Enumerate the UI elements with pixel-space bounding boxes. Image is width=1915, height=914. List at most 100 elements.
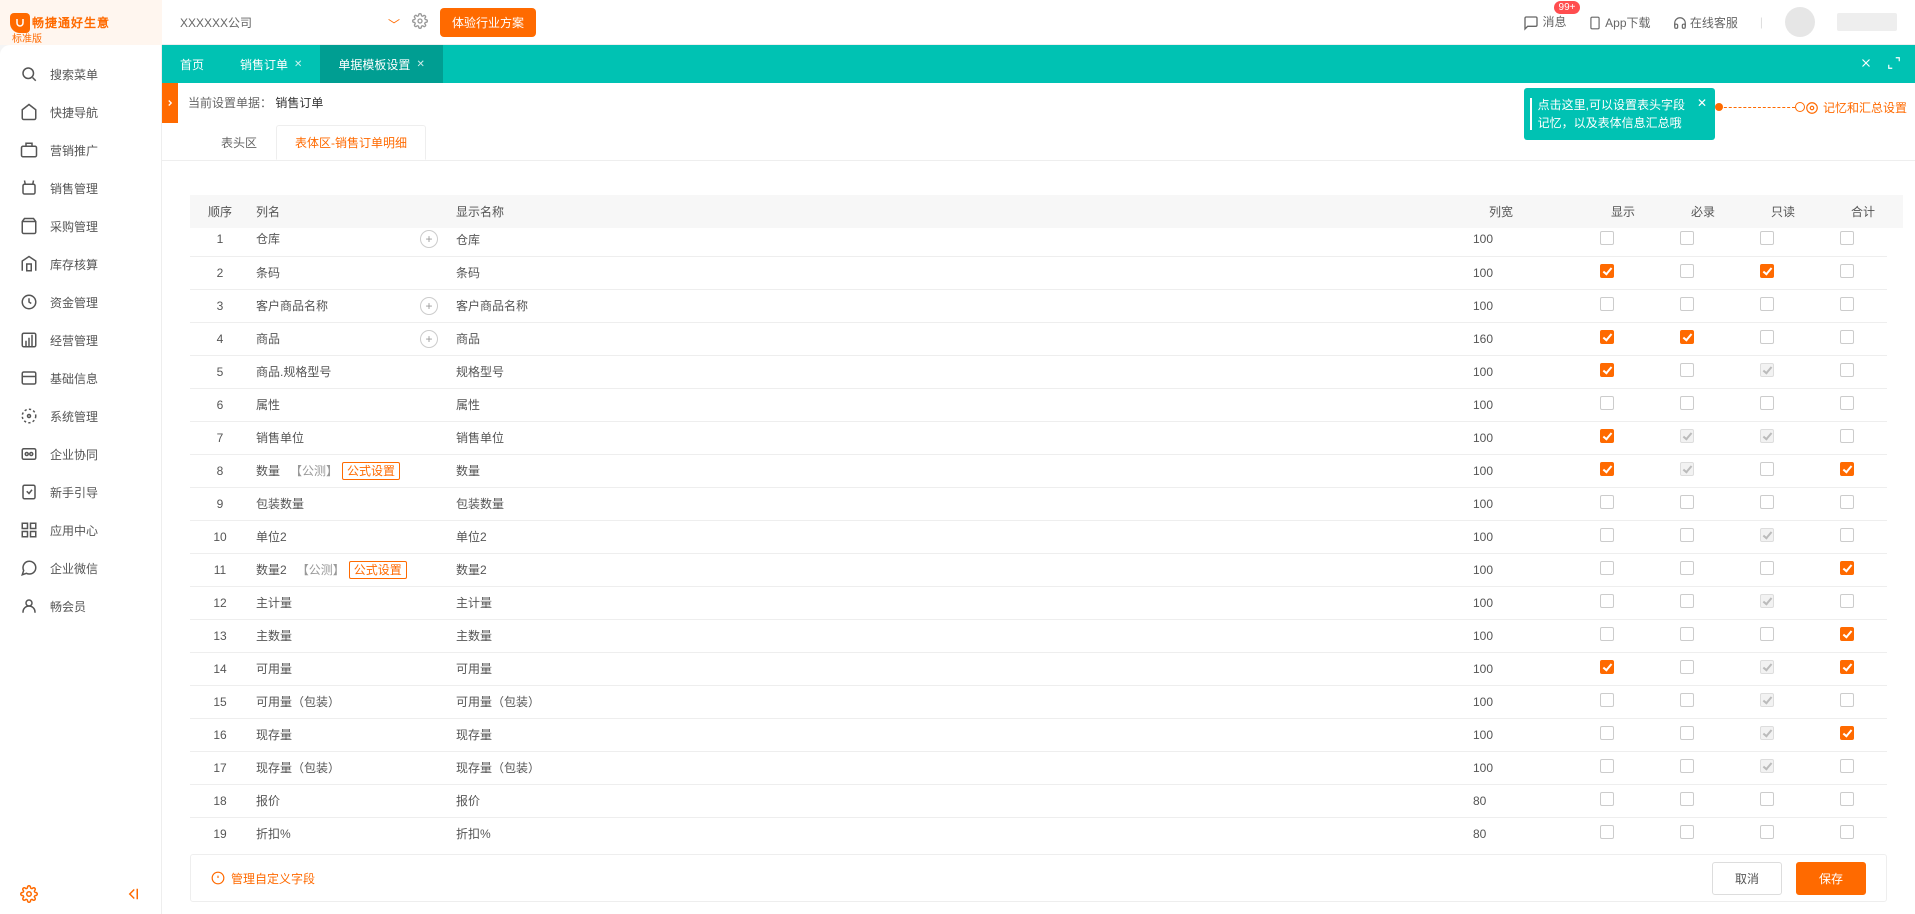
manage-custom-fields-link[interactable]: 管理自定义字段 — [211, 870, 315, 887]
checkbox[interactable] — [1680, 264, 1694, 278]
cell-width[interactable]: 100 — [1467, 289, 1567, 322]
cell-disp[interactable]: 规格型号 — [450, 355, 1467, 388]
app-download-link[interactable]: App下载 — [1588, 14, 1650, 31]
cell-disp[interactable]: 主数量 — [450, 619, 1467, 652]
checkbox[interactable] — [1600, 594, 1614, 608]
checkbox[interactable] — [1760, 825, 1774, 839]
cell-disp[interactable]: 数量2 — [450, 553, 1467, 586]
cell-width[interactable]: 100 — [1467, 454, 1567, 487]
checkbox[interactable] — [1600, 627, 1614, 641]
checkbox[interactable] — [1600, 561, 1614, 575]
checkbox[interactable] — [1840, 759, 1854, 773]
checkbox[interactable] — [1600, 660, 1614, 674]
checkbox[interactable] — [1840, 693, 1854, 707]
cell-width[interactable]: 80 — [1467, 784, 1567, 817]
checkbox[interactable] — [1600, 462, 1614, 476]
checkbox[interactable] — [1840, 297, 1854, 311]
add-icon[interactable]: + — [420, 330, 438, 348]
checkbox[interactable] — [1680, 660, 1694, 674]
cell-disp[interactable]: 可用量 — [450, 652, 1467, 685]
checkbox[interactable] — [1680, 726, 1694, 740]
sidebar-item-2[interactable]: 营销推广 — [0, 131, 161, 169]
checkbox[interactable] — [1680, 561, 1694, 575]
sidebar-item-0[interactable]: 搜索菜单 — [0, 55, 161, 93]
checkbox[interactable] — [1600, 792, 1614, 806]
sidebar-item-4[interactable]: 采购管理 — [0, 207, 161, 245]
cell-disp[interactable]: 数量 — [450, 454, 1467, 487]
cell-width[interactable]: 100 — [1467, 586, 1567, 619]
checkbox[interactable] — [1840, 330, 1854, 344]
cell-width[interactable]: 80 — [1467, 817, 1567, 844]
sidebar-item-9[interactable]: 系统管理 — [0, 397, 161, 435]
checkbox[interactable] — [1680, 759, 1694, 773]
cell-width[interactable]: 160 — [1467, 322, 1567, 355]
formula-link[interactable]: 公式设置 — [349, 561, 407, 579]
cell-disp[interactable]: 仓库 — [450, 223, 1467, 256]
checkbox[interactable] — [1680, 363, 1694, 377]
cell-disp[interactable]: 现存量 — [450, 718, 1467, 751]
checkbox[interactable] — [1600, 759, 1614, 773]
checkbox[interactable] — [1680, 231, 1694, 245]
checkbox[interactable] — [1840, 792, 1854, 806]
checkbox[interactable] — [1760, 264, 1774, 278]
sidebar-item-11[interactable]: 新手引导 — [0, 473, 161, 511]
checkbox[interactable] — [1760, 231, 1774, 245]
settings-icon[interactable] — [412, 13, 428, 32]
checkbox[interactable] — [1680, 528, 1694, 542]
sidebar-item-6[interactable]: 资金管理 — [0, 283, 161, 321]
sidebar-item-7[interactable]: 经营管理 — [0, 321, 161, 359]
close-icon[interactable]: ✕ — [416, 59, 424, 70]
cell-disp[interactable]: 包装数量 — [450, 487, 1467, 520]
sidebar-item-3[interactable]: 销售管理 — [0, 169, 161, 207]
sidebar-item-5[interactable]: 库存核算 — [0, 245, 161, 283]
checkbox[interactable] — [1680, 297, 1694, 311]
checkbox[interactable] — [1680, 627, 1694, 641]
sidebar-item-1[interactable]: 快捷导航 — [0, 93, 161, 131]
cancel-button[interactable]: 取消 — [1712, 862, 1782, 895]
avatar[interactable] — [1785, 7, 1815, 37]
checkbox[interactable] — [1600, 297, 1614, 311]
checkbox[interactable] — [1760, 462, 1774, 476]
cell-width[interactable]: 100 — [1467, 487, 1567, 520]
checkbox[interactable] — [1680, 693, 1694, 707]
cell-disp[interactable]: 可用量（包装） — [450, 685, 1467, 718]
sidebar-collapse-icon[interactable] — [123, 885, 141, 906]
cell-width[interactable]: 100 — [1467, 685, 1567, 718]
cell-disp[interactable]: 主计量 — [450, 586, 1467, 619]
cell-disp[interactable]: 属性 — [450, 388, 1467, 421]
checkbox[interactable] — [1600, 825, 1614, 839]
checkbox[interactable] — [1680, 792, 1694, 806]
checkbox[interactable] — [1760, 495, 1774, 509]
checkbox[interactable] — [1840, 825, 1854, 839]
subtab-body[interactable]: 表体区-销售订单明细 — [276, 125, 426, 160]
checkbox[interactable] — [1760, 297, 1774, 311]
tab-home[interactable]: 首页 — [162, 45, 222, 83]
formula-link[interactable]: 公式设置 — [342, 462, 400, 480]
checkbox[interactable] — [1840, 528, 1854, 542]
checkbox[interactable] — [1840, 429, 1854, 443]
cell-disp[interactable]: 销售单位 — [450, 421, 1467, 454]
cell-width[interactable]: 100 — [1467, 652, 1567, 685]
checkbox[interactable] — [1600, 396, 1614, 410]
table-scroll[interactable]: 1仓库+仓库1002条码条码1003客户商品名称+客户商品名称1004商品+商品… — [190, 223, 1887, 844]
sidebar-item-14[interactable]: 畅会员 — [0, 587, 161, 625]
checkbox[interactable] — [1600, 363, 1614, 377]
add-icon[interactable]: + — [420, 230, 438, 248]
checkbox[interactable] — [1600, 231, 1614, 245]
add-icon[interactable]: + — [420, 297, 438, 315]
checkbox[interactable] — [1840, 627, 1854, 641]
checkbox[interactable] — [1840, 660, 1854, 674]
cell-disp[interactable]: 客户商品名称 — [450, 289, 1467, 322]
messages-link[interactable]: 消息 99+ — [1523, 13, 1566, 31]
checkbox[interactable] — [1840, 396, 1854, 410]
cell-width[interactable]: 100 — [1467, 553, 1567, 586]
checkbox[interactable] — [1600, 264, 1614, 278]
cell-disp[interactable]: 条码 — [450, 256, 1467, 289]
cell-disp[interactable]: 折扣% — [450, 817, 1467, 844]
online-service-link[interactable]: 在线客服 — [1673, 14, 1738, 31]
cell-width[interactable]: 100 — [1467, 223, 1567, 256]
cell-width[interactable]: 100 — [1467, 520, 1567, 553]
memory-and-summary-link[interactable]: 记忆和汇总设置 — [1805, 99, 1907, 116]
checkbox[interactable] — [1760, 627, 1774, 641]
checkbox[interactable] — [1840, 594, 1854, 608]
